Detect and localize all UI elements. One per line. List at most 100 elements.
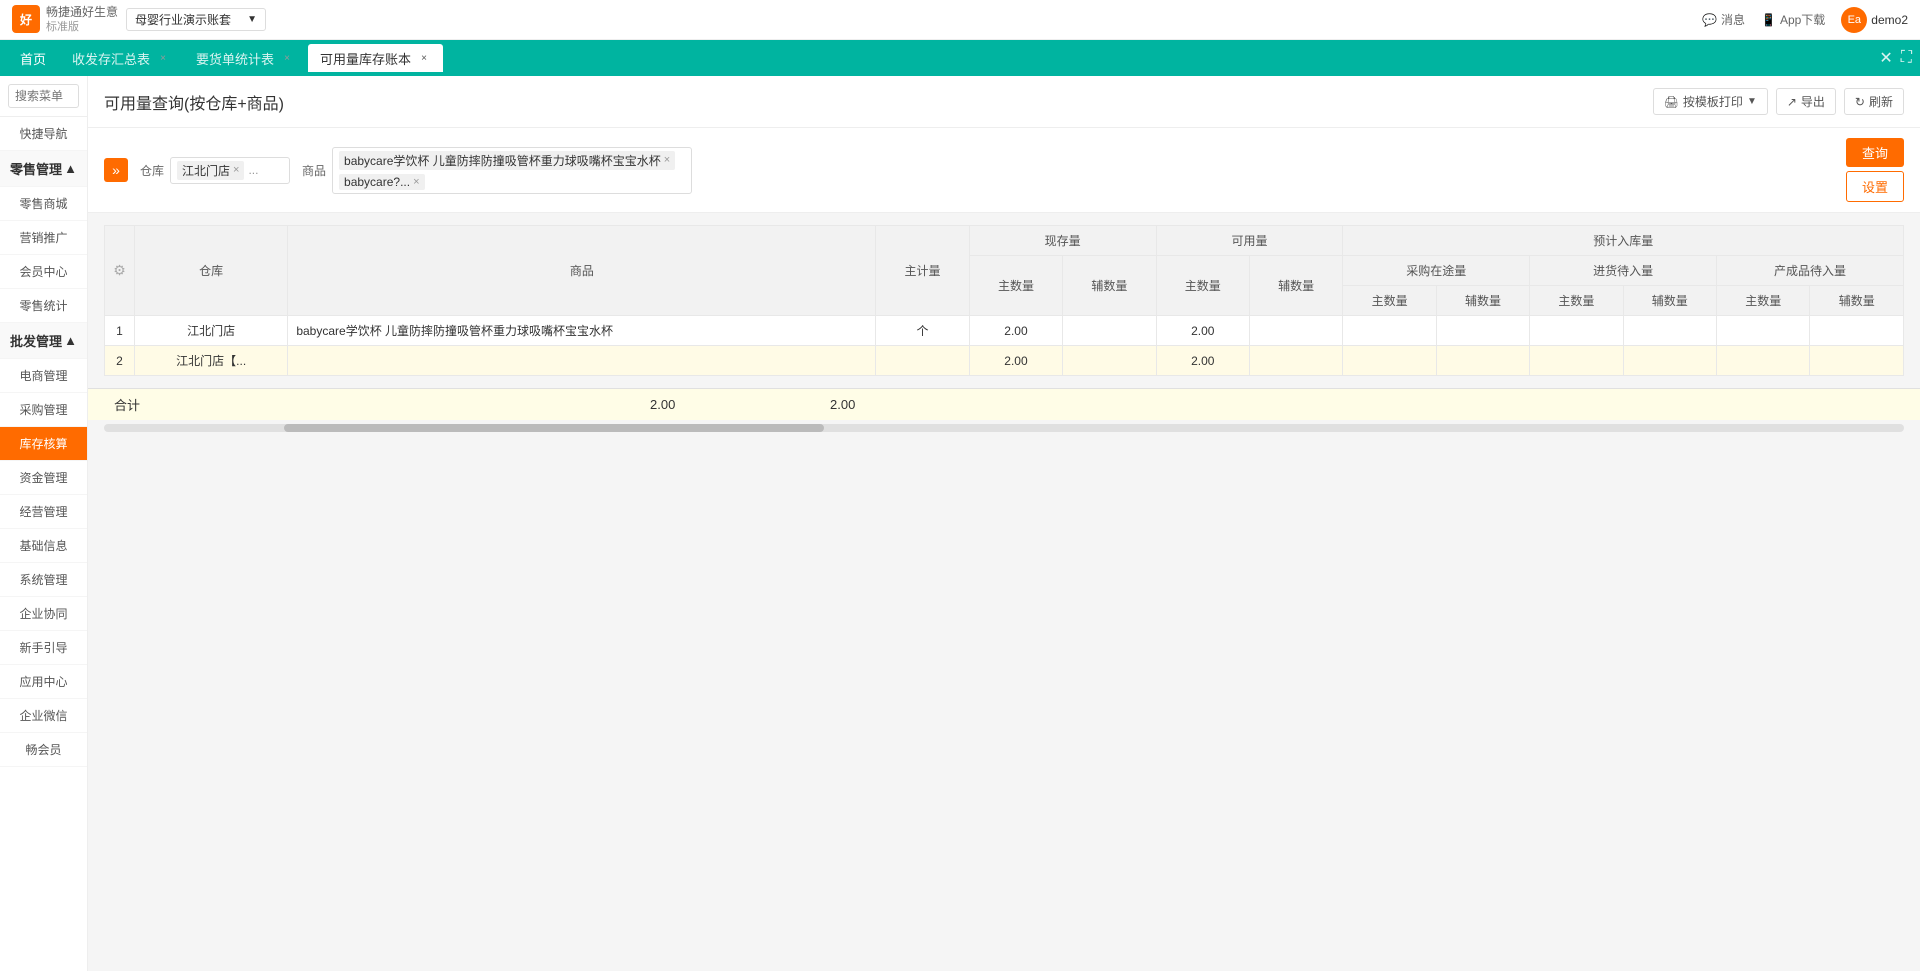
message-button[interactable]: 💬 消息 <box>1702 11 1745 28</box>
table-header-available-aux: 辅数量 <box>1249 256 1342 316</box>
page-content: 可用量查询(按仓库+商品) 🖨 按模板打印 ▼ ↗ 导出 ↻ 刷新 <box>88 76 1920 971</box>
prod-aux-subtotal <box>1810 346 1904 376</box>
app-download-button[interactable]: 📱 App下载 <box>1761 11 1825 28</box>
search-input[interactable] <box>8 84 79 108</box>
sidebar-item-quick-nav[interactable]: 快捷导航 <box>0 117 87 151</box>
prod-main-subtotal <box>1717 346 1810 376</box>
export-button[interactable]: ↗ 导出 <box>1776 88 1836 115</box>
sidebar-item-system[interactable]: 系统管理 <box>0 563 87 597</box>
top-bar-right: 💬 消息 📱 App下载 Ea demo2 <box>1702 7 1908 33</box>
sidebar-item-finance[interactable]: 资金管理 <box>0 461 87 495</box>
sidebar-item-marketing[interactable]: 营销推广 <box>0 221 87 255</box>
tab-keyongliang[interactable]: 可用量库存账本 × <box>308 44 443 72</box>
sidebar-item-purchase[interactable]: 采购管理 <box>0 393 87 427</box>
logo-text: 畅捷通好生意 标准版 <box>46 5 118 35</box>
table-header-pt-aux: 辅数量 <box>1436 286 1529 316</box>
inc-main-cell <box>1530 316 1623 346</box>
tab-home[interactable]: 首页 <box>8 44 58 72</box>
remove-warehouse-tag[interactable]: × <box>233 164 239 176</box>
warehouse-more[interactable]: ... <box>248 163 258 177</box>
table-header-inc-main: 主数量 <box>1530 286 1623 316</box>
page-title: 可用量查询(按仓库+商品) <box>104 90 284 114</box>
query-button[interactable]: 查询 <box>1846 138 1904 167</box>
inc-aux-cell <box>1623 316 1716 346</box>
remove-product-tag-2[interactable]: × <box>413 176 419 188</box>
table-header-prod-main: 主数量 <box>1717 286 1810 316</box>
product-tags[interactable]: babycare学饮杯 儿童防摔防撞吸管杯重力球吸嘴杯宝宝水杯 × babyca… <box>332 147 692 194</box>
h-scrollbar[interactable] <box>104 424 1904 432</box>
table-header-available-main: 主数量 <box>1156 256 1249 316</box>
chevron-down-icon: ▼ <box>1747 96 1757 107</box>
pt-main-subtotal <box>1343 346 1436 376</box>
refresh-button[interactable]: ↻ 刷新 <box>1844 88 1904 115</box>
chevron-icon: ▲ <box>64 161 77 176</box>
table-header-inc-aux: 辅数量 <box>1623 286 1716 316</box>
data-table: ⚙ 仓库 商品 主计量 现存量 可用量 预计入库量 主数量 辅数量 主数量 辅数… <box>104 225 1904 376</box>
content-header: 可用量查询(按仓库+商品) 🖨 按模板打印 ▼ ↗ 导出 ↻ 刷新 <box>88 76 1920 128</box>
sidebar-item-corpwx[interactable]: 企业微信 <box>0 699 87 733</box>
scroll-area <box>88 420 1920 436</box>
product-filter-group: 商品 babycare学饮杯 儿童防摔防撞吸管杯重力球吸嘴杯宝宝水杯 × bab… <box>302 147 692 194</box>
sidebar-item-newuser[interactable]: 新手引导 <box>0 631 87 665</box>
nav-actions: ✕ ⛶ <box>1879 48 1912 68</box>
table-header-available-group: 可用量 <box>1156 226 1343 256</box>
inc-aux-subtotal <box>1623 346 1716 376</box>
table-header-unit: 主计量 <box>876 226 969 316</box>
sidebar-item-retail-mall[interactable]: 零售商城 <box>0 187 87 221</box>
gear-icon[interactable]: ⚙ <box>113 262 126 278</box>
app-icon: 📱 <box>1761 13 1776 27</box>
table-header-product: 商品 <box>288 226 876 316</box>
seq-cell: 2 <box>105 346 135 376</box>
maximize-button[interactable]: ⛶ <box>1901 49 1912 67</box>
tab-yaohuo[interactable]: 要货单统计表 × <box>184 44 306 72</box>
user-profile[interactable]: Ea demo2 <box>1841 7 1908 33</box>
sidebar-section-retail[interactable]: 零售管理 ▲ <box>0 151 87 187</box>
table-header-incoming-group: 进货待入量 <box>1530 256 1717 286</box>
sidebar-item-ecom[interactable]: 电商管理 <box>0 359 87 393</box>
h-scrollbar-thumb[interactable] <box>284 424 824 432</box>
sidebar-item-appcenter[interactable]: 应用中心 <box>0 665 87 699</box>
product-tag-babycare: babycare学饮杯 儿童防摔防撞吸管杯重力球吸嘴杯宝宝水杯 × <box>339 151 675 170</box>
message-icon: 💬 <box>1702 13 1717 27</box>
sidebar-item-inventory[interactable]: 库存核算 <box>0 427 87 461</box>
main-layout: 快捷导航 零售管理 ▲ 零售商城 营销推广 会员中心 零售统计 批发管理 ▲ 电… <box>0 76 1920 971</box>
tab-shoufa[interactable]: 收发存汇总表 × <box>60 44 182 72</box>
sidebar-item-basics[interactable]: 基础信息 <box>0 529 87 563</box>
industry-select[interactable]: 母婴行业演示账套 ▼ <box>126 8 266 31</box>
table-header-pt-main: 主数量 <box>1343 286 1436 316</box>
close-window-button[interactable]: ✕ <box>1879 48 1892 68</box>
remove-product-tag-1[interactable]: × <box>664 154 670 166</box>
table-header-current-aux: 辅数量 <box>1063 256 1156 316</box>
header-actions: 🖨 按模板打印 ▼ ↗ 导出 ↻ 刷新 <box>1653 88 1904 115</box>
sidebar-search-area <box>0 76 87 117</box>
current-main-subtotal: 2.00 <box>969 346 1062 376</box>
sidebar-item-operations[interactable]: 经营管理 <box>0 495 87 529</box>
available-aux-cell <box>1249 316 1342 346</box>
footer-available-main: 2.00 <box>830 397 855 412</box>
sidebar-item-enterprise[interactable]: 企业协同 <box>0 597 87 631</box>
warehouse-label: 仓库 <box>140 162 164 179</box>
close-tab-yaohuo[interactable]: × <box>280 51 294 65</box>
current-main-cell: 2.00 <box>969 316 1062 346</box>
sidebar-section-wholesale[interactable]: 批发管理 ▲ <box>0 323 87 359</box>
nav-tabs: 首页 收发存汇总表 × 要货单统计表 × 可用量库存账本 × ✕ ⛶ <box>0 40 1920 76</box>
sidebar-item-member[interactable]: 会员中心 <box>0 255 87 289</box>
unit-cell-subtotal <box>876 346 969 376</box>
settings-button[interactable]: 设置 <box>1846 171 1904 202</box>
print-button[interactable]: 🖨 按模板打印 ▼ <box>1653 88 1768 115</box>
inc-main-subtotal <box>1530 346 1623 376</box>
available-aux-subtotal <box>1249 346 1342 376</box>
total-label: 合计 <box>104 395 192 414</box>
product-cell: babycare学饮杯 儿童防摔防撞吸管杯重力球吸嘴杯宝宝水杯 <box>288 316 876 346</box>
warehouse-tags[interactable]: 江北门店 × ... <box>170 157 290 184</box>
table-header-prod-aux: 辅数量 <box>1810 286 1904 316</box>
filter-actions: 查询 设置 <box>1846 138 1904 202</box>
close-tab-keyongliang[interactable]: × <box>417 51 431 65</box>
sidebar-item-vip[interactable]: 畅会员 <box>0 733 87 767</box>
filter-toggle-button[interactable]: » <box>104 158 128 182</box>
product-tag-babycare2: babycare?... × <box>339 174 424 190</box>
sidebar-item-retail-stats[interactable]: 零售统计 <box>0 289 87 323</box>
table-header-warehouse: 仓库 <box>135 226 288 316</box>
logo-icon: 好 <box>12 5 40 33</box>
close-tab-shoufa[interactable]: × <box>156 51 170 65</box>
